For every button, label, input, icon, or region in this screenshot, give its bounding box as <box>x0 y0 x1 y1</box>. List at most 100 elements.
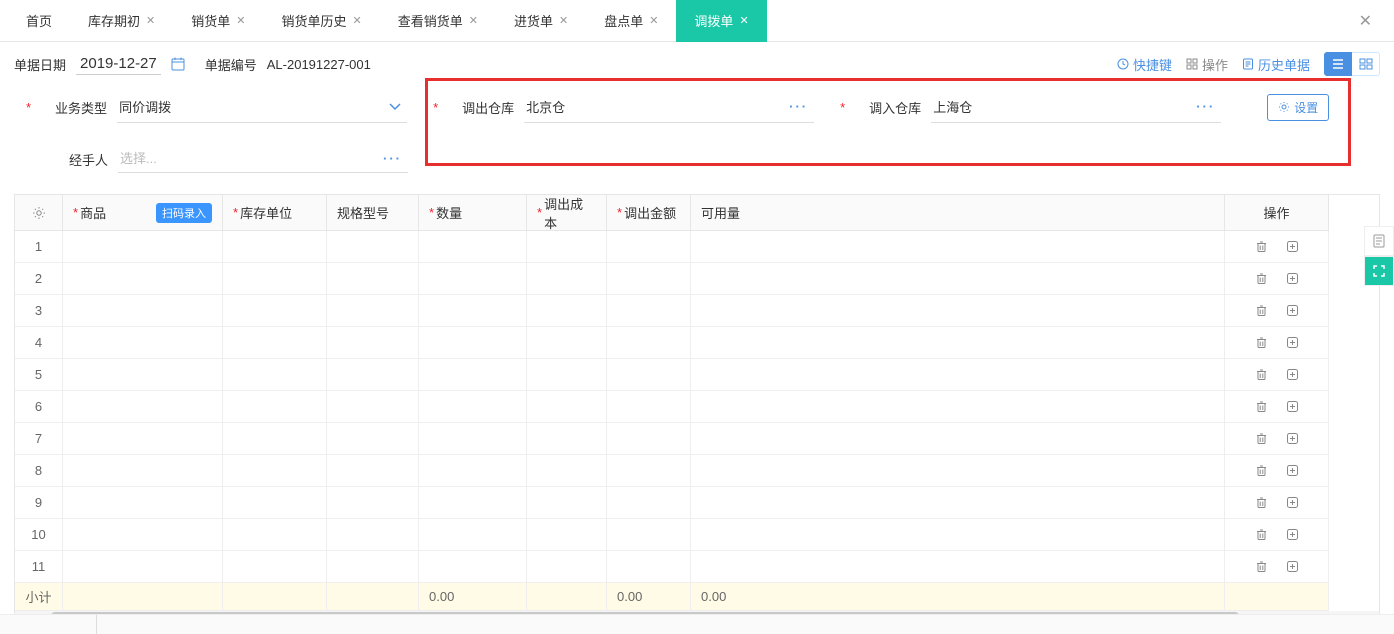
row-ops <box>1225 391 1329 423</box>
tab-sales-history[interactable]: 销货单历史✕ <box>263 0 379 42</box>
bill-no-value: AL-20191227-001 <box>267 57 371 72</box>
delete-icon[interactable] <box>1255 240 1268 253</box>
handler-input[interactable]: ··· <box>118 145 408 173</box>
notes-icon[interactable] <box>1364 226 1394 256</box>
more-icon[interactable]: ··· <box>1192 99 1219 114</box>
row-index: 6 <box>15 391 63 423</box>
table-row[interactable]: 6 <box>15 391 1379 423</box>
delete-icon[interactable] <box>1255 336 1268 349</box>
biz-type-label: 业务类型 <box>35 98 107 117</box>
out-warehouse-input[interactable]: 北京仓 ··· <box>524 91 814 123</box>
row-index: 2 <box>15 263 63 295</box>
row-ops <box>1225 359 1329 391</box>
table-row[interactable]: 10 <box>15 519 1379 551</box>
col-qty: *数量 <box>419 195 527 231</box>
more-icon[interactable]: ··· <box>379 151 406 166</box>
add-icon[interactable] <box>1286 400 1299 413</box>
close-icon[interactable]: ✕ <box>236 14 245 27</box>
table-row[interactable]: 11 <box>15 551 1379 583</box>
delete-icon[interactable] <box>1255 368 1268 381</box>
tab-inventory[interactable]: 盘点单✕ <box>586 0 676 42</box>
tab-sales-order[interactable]: 销货单✕ <box>173 0 263 42</box>
add-icon[interactable] <box>1286 560 1299 573</box>
col-cost: *调出成本 <box>527 195 607 231</box>
handler-label: 经手人 <box>36 150 108 169</box>
expand-icon[interactable] <box>1364 256 1394 286</box>
row-index: 8 <box>15 455 63 487</box>
out-warehouse-label: 调出仓库 <box>442 98 514 117</box>
table-row[interactable]: 3 <box>15 295 1379 327</box>
history-button[interactable]: 历史单据 <box>1242 55 1310 74</box>
view-grid-icon[interactable] <box>1352 52 1380 76</box>
close-icon[interactable]: ✕ <box>469 14 478 27</box>
add-icon[interactable] <box>1286 272 1299 285</box>
close-icon[interactable]: ✕ <box>559 14 568 27</box>
row-ops <box>1225 487 1329 519</box>
row-index: 5 <box>15 359 63 391</box>
delete-icon[interactable] <box>1255 560 1268 573</box>
add-icon[interactable] <box>1286 336 1299 349</box>
tab-transfer[interactable]: 调拨单✕ <box>676 0 766 42</box>
shortcut-button[interactable]: 快捷键 <box>1117 55 1172 74</box>
close-all-tabs[interactable]: ✕ <box>1345 11 1386 31</box>
delete-icon[interactable] <box>1255 432 1268 445</box>
table-row[interactable]: 2 <box>15 263 1379 295</box>
calendar-icon[interactable] <box>171 57 185 71</box>
col-amount: *调出金额 <box>607 195 691 231</box>
delete-icon[interactable] <box>1255 528 1268 541</box>
gear-icon[interactable] <box>15 195 63 231</box>
close-icon[interactable]: ✕ <box>353 14 362 27</box>
add-icon[interactable] <box>1286 528 1299 541</box>
row-index: 9 <box>15 487 63 519</box>
delete-icon[interactable] <box>1255 496 1268 509</box>
more-icon[interactable]: ··· <box>785 99 812 114</box>
table-row[interactable]: 5 <box>15 359 1379 391</box>
add-icon[interactable] <box>1286 464 1299 477</box>
row-index: 3 <box>15 295 63 327</box>
row-index: 7 <box>15 423 63 455</box>
add-icon[interactable] <box>1286 432 1299 445</box>
col-spec: 规格型号 <box>327 195 419 231</box>
delete-icon[interactable] <box>1255 304 1268 317</box>
delete-icon[interactable] <box>1255 272 1268 285</box>
table-row[interactable]: 8 <box>15 455 1379 487</box>
col-available: 可用量 <box>691 195 1225 231</box>
delete-icon[interactable] <box>1255 400 1268 413</box>
scan-badge[interactable]: 扫码录入 <box>156 203 212 223</box>
items-table: *商品扫码录入 *库存单位 规格型号 *数量 *调出成本 *调出金额 可用量 操… <box>14 194 1380 622</box>
tab-stock-init[interactable]: 库存期初✕ <box>70 0 173 42</box>
in-warehouse-field: * 调入仓库 上海仓 ··· <box>840 90 1221 124</box>
close-icon[interactable]: ✕ <box>649 14 658 27</box>
table-row[interactable]: 7 <box>15 423 1379 455</box>
side-panel <box>1364 226 1394 286</box>
form-area: * 业务类型 同价调拨 * 调出仓库 北京仓 ··· * 调入仓 <box>0 90 1394 188</box>
table-row[interactable]: 4 <box>15 327 1379 359</box>
table-row[interactable]: 1 <box>15 231 1379 263</box>
close-icon[interactable]: ✕ <box>739 14 748 27</box>
add-icon[interactable] <box>1286 304 1299 317</box>
row-ops <box>1225 519 1329 551</box>
settings-button[interactable]: 设置 <box>1267 94 1329 121</box>
view-list-icon[interactable] <box>1324 52 1352 76</box>
table-row[interactable]: 9 <box>15 487 1379 519</box>
row-ops <box>1225 295 1329 327</box>
row-index: 11 <box>15 551 63 583</box>
tab-purchase[interactable]: 进货单✕ <box>496 0 586 42</box>
col-product: *商品扫码录入 <box>63 195 223 231</box>
date-value[interactable]: 2019-12-27 <box>76 53 161 75</box>
biz-type-select[interactable]: 同价调拨 <box>117 91 407 123</box>
in-warehouse-input[interactable]: 上海仓 ··· <box>931 91 1221 123</box>
add-icon[interactable] <box>1286 240 1299 253</box>
col-unit: *库存单位 <box>223 195 327 231</box>
add-icon[interactable] <box>1286 496 1299 509</box>
col-ops: 操作 <box>1225 195 1329 231</box>
subtotal-row: 小计 0.00 0.00 0.00 <box>15 583 1379 611</box>
subtotal-qty: 0.00 <box>419 583 527 611</box>
tab-home[interactable]: 首页 <box>8 0 70 42</box>
close-icon[interactable]: ✕ <box>146 14 155 27</box>
operate-button[interactable]: 操作 <box>1186 55 1228 74</box>
delete-icon[interactable] <box>1255 464 1268 477</box>
add-icon[interactable] <box>1286 368 1299 381</box>
required-mark: * <box>840 100 845 115</box>
tab-view-sales[interactable]: 查看销货单✕ <box>380 0 496 42</box>
